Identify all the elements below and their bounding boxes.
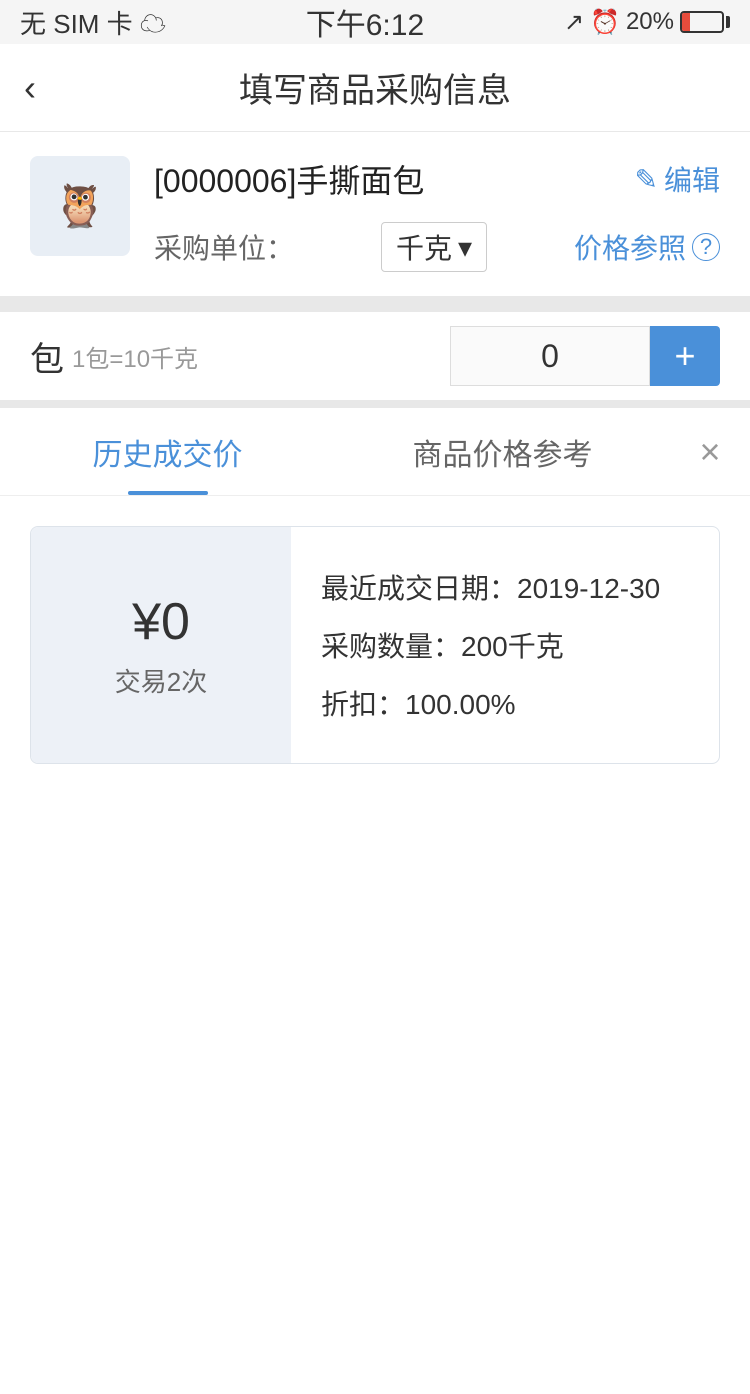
unit-badge: 包 1包=10千克 (30, 332, 198, 381)
tab-panel: 历史成交价 商品价格参考 × ¥0 交易2次 最近成交日期：2019-12-30… (0, 400, 750, 794)
quantity-plus-button[interactable]: + (650, 326, 720, 386)
signal-text: 无 SIM 卡 ☁ (20, 4, 166, 41)
product-thumbnail: 🦉 (30, 156, 130, 256)
page-title: 填写商品采购信息 (239, 63, 511, 112)
transaction-price: ¥0 (132, 592, 190, 652)
transaction-details: 最近成交日期：2019-12-30 采购数量：200千克 折扣：100.00% (291, 527, 719, 763)
alarm-icon: ⏰ (590, 8, 620, 37)
status-left: 无 SIM 卡 ☁ (20, 4, 166, 41)
discount-value: 100.00% (405, 689, 516, 720)
help-circle-icon: ? (692, 233, 720, 261)
close-icon: × (699, 431, 720, 473)
product-name: [0000006]手撕面包 (154, 156, 424, 202)
tab-active-indicator (128, 491, 208, 495)
quantity-row: 包 1包=10千克 0 + (0, 312, 750, 400)
transaction-summary: ¥0 交易2次 (31, 527, 291, 763)
back-icon: ‹ (24, 67, 36, 108)
chevron-down-icon: ▾ (458, 231, 472, 264)
price-ref-button[interactable]: 价格参照 ? (574, 227, 720, 267)
quantity-value: 0 (541, 338, 559, 375)
status-right: ↗ ⏰ 20% (564, 8, 730, 37)
panel-content: ¥0 交易2次 最近成交日期：2019-12-30 采购数量：200千克 折扣：… (0, 496, 750, 794)
tab-history-label: 历史成交价 (93, 430, 243, 474)
unit-hint: 1包=10千克 (72, 339, 198, 374)
transaction-date-row: 最近成交日期：2019-12-30 (321, 567, 689, 607)
unit-label: 包 (30, 332, 64, 381)
product-card: 🦉 [0000006]手撕面包 ✎ 编辑 采购单位： 千克 ▾ 价格参照 ? (0, 132, 750, 296)
edit-button[interactable]: ✎ 编辑 (635, 159, 720, 199)
battery-percent: 20% (626, 8, 674, 36)
battery-indicator (680, 11, 730, 33)
bottom-space (0, 794, 750, 1394)
transaction-discount-row: 折扣：100.00% (321, 683, 689, 723)
tab-header: 历史成交价 商品价格参考 × (0, 408, 750, 496)
tab-product-label: 商品价格参考 (413, 430, 593, 474)
date-value: 2019-12-30 (517, 573, 660, 604)
discount-label: 折扣： (321, 689, 405, 720)
plus-icon: + (674, 335, 695, 377)
product-logo-icon: 🦉 (54, 182, 106, 231)
tab-product-price[interactable]: 商品价格参考 (335, 408, 670, 495)
transaction-quantity-row: 采购数量：200千克 (321, 625, 689, 665)
quantity-input[interactable]: 0 (450, 326, 650, 386)
edit-label: 编辑 (664, 159, 720, 199)
nav-bar: ‹ 填写商品采购信息 (0, 44, 750, 132)
quantity-value: 200千克 (461, 631, 564, 662)
tab-close-button[interactable]: × (670, 431, 750, 473)
back-button[interactable]: ‹ (24, 67, 36, 109)
transaction-card: ¥0 交易2次 最近成交日期：2019-12-30 采购数量：200千克 折扣：… (30, 526, 720, 764)
status-bar: 无 SIM 卡 ☁ 下午6:12 ↗ ⏰ 20% (0, 0, 750, 44)
quantity-controls: 0 + (450, 326, 720, 386)
transaction-count: 交易2次 (115, 662, 207, 699)
purchase-unit-label: 采购单位： (154, 227, 294, 267)
section-divider (0, 296, 750, 312)
location-icon: ↗ (564, 8, 584, 37)
status-time: 下午6:12 (306, 0, 424, 44)
unit-dropdown[interactable]: 千克 ▾ (381, 222, 487, 272)
product-info: [0000006]手撕面包 ✎ 编辑 采购单位： 千克 ▾ 价格参照 ? (154, 156, 720, 272)
price-ref-label: 价格参照 (574, 227, 686, 267)
quantity-label: 采购数量： (321, 631, 461, 662)
date-label: 最近成交日期： (321, 573, 517, 604)
unit-value: 千克 (396, 227, 452, 267)
tab-history-price[interactable]: 历史成交价 (0, 408, 335, 495)
edit-icon: ✎ (635, 163, 658, 196)
